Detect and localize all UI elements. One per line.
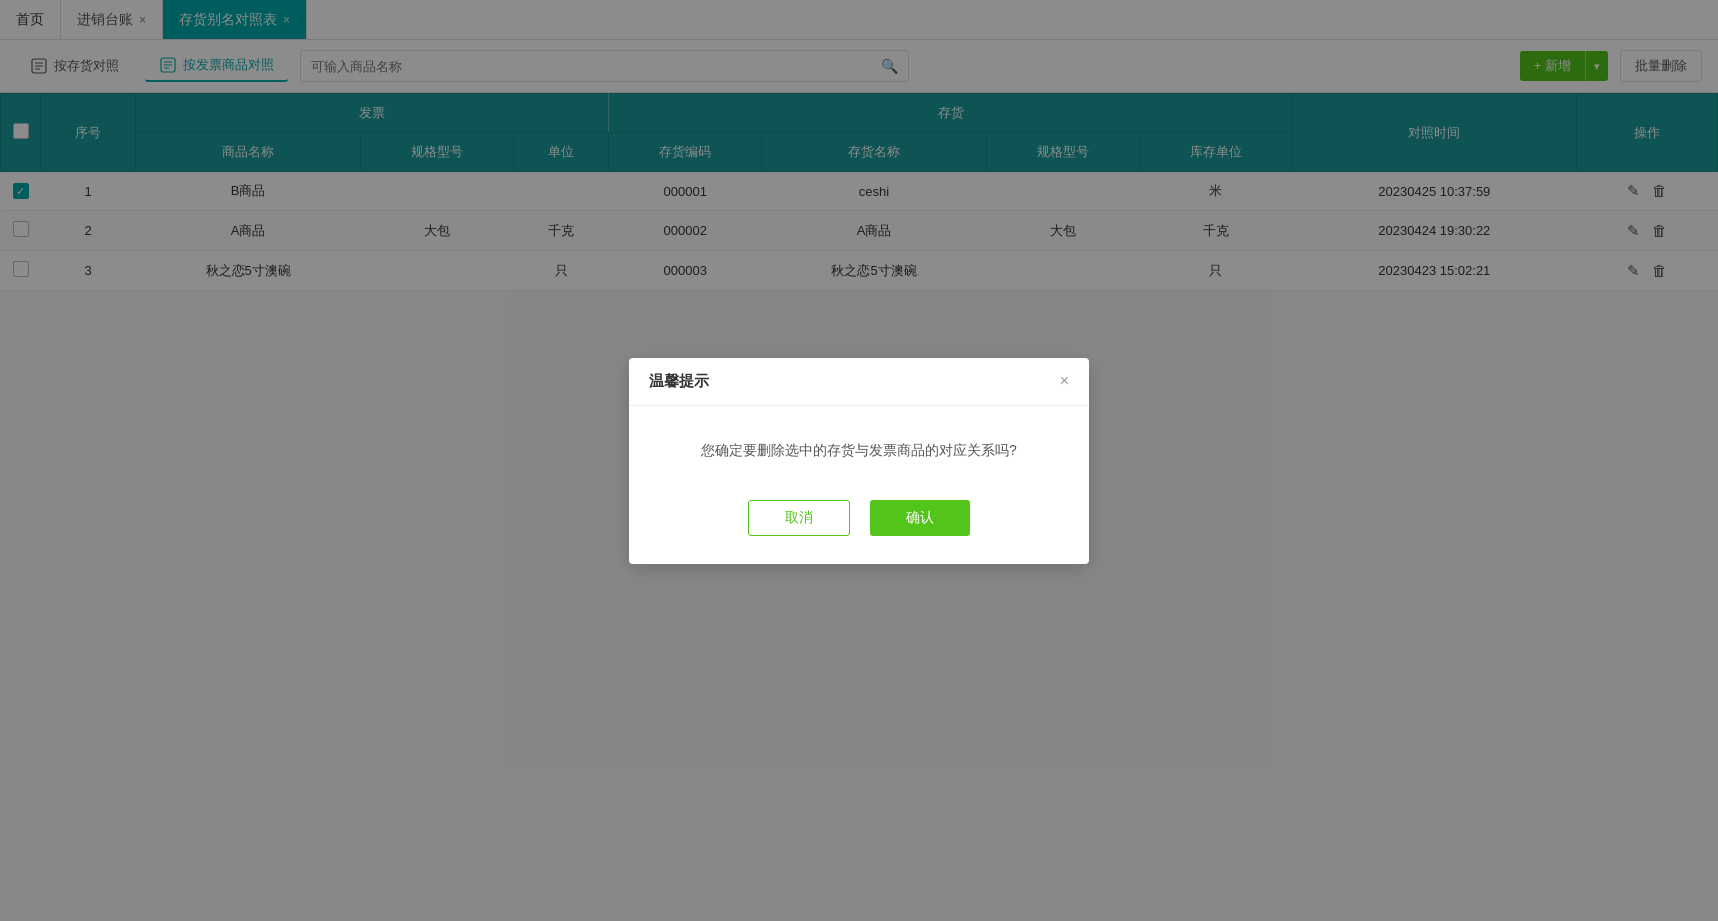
modal-overlay: 温馨提示 × 您确定要删除选中的存货与发票商品的对应关系吗? 取消 确认 — [0, 0, 1718, 291]
